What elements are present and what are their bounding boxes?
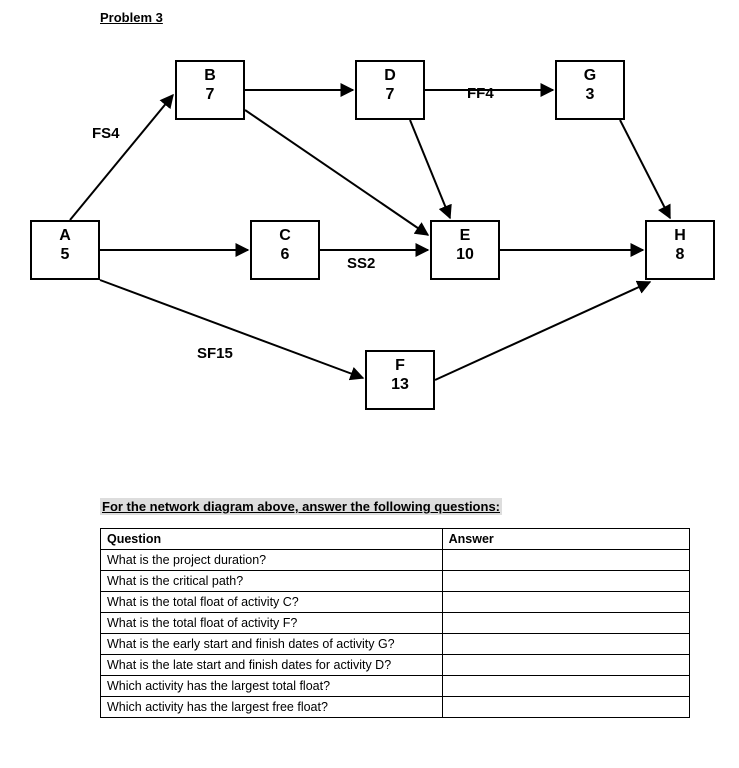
qa-answer-cell [442,676,689,697]
qa-question-cell: What is the total float of activity F? [101,613,443,634]
node-E-name: E [432,226,498,245]
node-D: D 7 [355,60,425,120]
table-row: What is the total float of activity F? [101,613,690,634]
table-row: What is the total float of activity C? [101,592,690,613]
qa-question-cell: What is the critical path? [101,571,443,592]
node-B-name: B [177,66,243,85]
node-C: C 6 [250,220,320,280]
qa-answer-cell [442,571,689,592]
node-H: H 8 [645,220,715,280]
edge-label-SS2: SS2 [345,255,377,272]
node-G: G 3 [555,60,625,120]
node-A-value: 5 [32,245,98,264]
node-F: F 13 [365,350,435,410]
qa-table: Question Answer What is the project dura… [100,528,690,718]
table-row: What is the late start and finish dates … [101,655,690,676]
problem-title: Problem 3 [100,10,163,25]
table-row: Which activity has the largest free floa… [101,697,690,718]
edge-label-SF15: SF15 [195,345,235,362]
node-B-value: 7 [177,85,243,104]
node-H-name: H [647,226,713,245]
qa-question-cell: What is the late start and finish dates … [101,655,443,676]
node-D-value: 7 [357,85,423,104]
node-G-value: 3 [557,85,623,104]
node-F-value: 13 [367,375,433,394]
table-row: What is the project duration? [101,550,690,571]
qa-answer-cell [442,655,689,676]
node-G-name: G [557,66,623,85]
node-E: E 10 [430,220,500,280]
qa-question-cell: Which activity has the largest free floa… [101,697,443,718]
qa-answer-cell [442,550,689,571]
table-row: Which activity has the largest total flo… [101,676,690,697]
qa-header-row: Question Answer [101,529,690,550]
node-A-name: A [32,226,98,245]
qa-question-cell: What is the project duration? [101,550,443,571]
qa-question-cell: What is the early start and finish dates… [101,634,443,655]
node-E-value: 10 [432,245,498,264]
edge-label-FF4: FF4 [465,85,496,102]
qa-answer-cell [442,613,689,634]
questions-subheading: For the network diagram above, answer th… [100,498,502,515]
node-B: B 7 [175,60,245,120]
page: Problem 3 A 5 B 7 C 6 D 7 E 10 F 13 G 3 … [0,0,739,768]
node-H-value: 8 [647,245,713,264]
node-D-name: D [357,66,423,85]
node-F-name: F [367,356,433,375]
qa-question-cell: What is the total float of activity C? [101,592,443,613]
qa-header-question: Question [101,529,443,550]
table-row: What is the early start and finish dates… [101,634,690,655]
table-row: What is the critical path? [101,571,690,592]
edge-label-FS4: FS4 [90,125,122,142]
qa-answer-cell [442,697,689,718]
qa-answer-cell [442,592,689,613]
node-A: A 5 [30,220,100,280]
node-C-value: 6 [252,245,318,264]
node-C-name: C [252,226,318,245]
qa-answer-cell [442,634,689,655]
qa-question-cell: Which activity has the largest total flo… [101,676,443,697]
qa-header-answer: Answer [442,529,689,550]
